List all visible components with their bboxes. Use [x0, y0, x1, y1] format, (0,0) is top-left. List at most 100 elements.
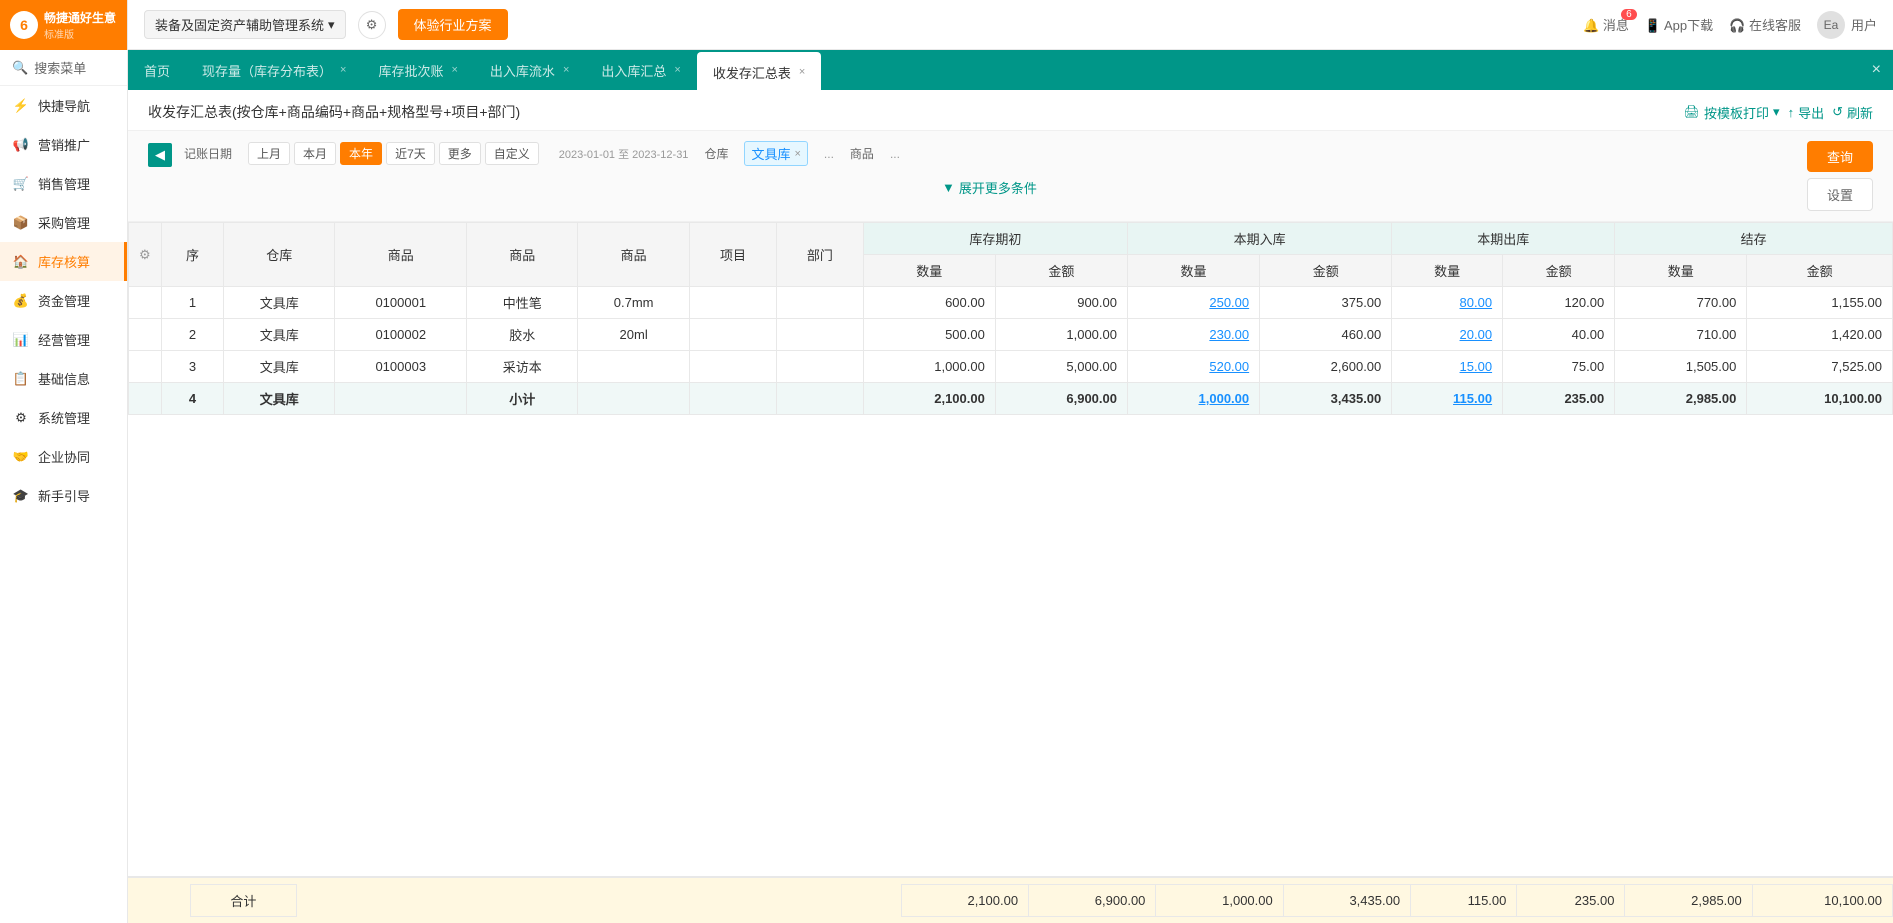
- row-outbound-qty[interactable]: 20.00: [1392, 319, 1503, 351]
- row-closing-amt: 7,525.00: [1747, 351, 1893, 383]
- content-area: 收发存汇总表(按仓库+商品编码+商品+规格型号+项目+部门) 🖨 按模板打印 ▾…: [128, 90, 1893, 923]
- row-name: 采访本: [467, 351, 578, 383]
- tab-close-recv-send-summary[interactable]: ×: [799, 66, 805, 78]
- search-menu[interactable]: 🔍 搜索菜单: [0, 50, 127, 86]
- row-index: 2: [161, 319, 224, 351]
- row-settings[interactable]: [129, 287, 162, 319]
- row-inbound-amt: 375.00: [1260, 287, 1392, 319]
- sidebar-item-label: 系统管理: [38, 408, 90, 427]
- footer-outbound-qty: 115.00: [1411, 885, 1517, 917]
- row-closing-amt: 1,420.00: [1747, 319, 1893, 351]
- row-closing-amt: 1,155.00: [1747, 287, 1893, 319]
- topbar-right: 🔔 6 消息 📱 App下载 🎧 在线客服 Ea 用户: [1583, 11, 1877, 39]
- export-icon: ↑: [1788, 105, 1795, 120]
- data-table: ⚙ 序 仓库 商品 商品 商品 项目 部门 库存期初 本期入库 本期出库 结存: [128, 222, 1893, 415]
- notifications[interactable]: 🔔 6 消息: [1583, 15, 1629, 34]
- system-selector[interactable]: 装备及固定资产辅助管理系统 ▾: [144, 10, 346, 39]
- warehouse-tag-close[interactable]: ×: [794, 148, 800, 160]
- expand-button[interactable]: ▼ 展开更多条件: [942, 174, 1037, 201]
- subtotal-code: [335, 383, 467, 415]
- date-btn-本年[interactable]: 本年: [340, 142, 382, 165]
- sidebar-item-label: 库存核算: [38, 252, 90, 271]
- tab-stock-dist[interactable]: 现存量（库存分布表）×: [186, 50, 362, 90]
- inventory-icon: 🏠: [12, 253, 30, 271]
- warehouse-tag[interactable]: 文具库 ×: [744, 141, 807, 166]
- product-more[interactable]: ...: [890, 147, 900, 161]
- quick-nav-label: 快捷导航: [38, 96, 90, 115]
- tab-close-inout-summary[interactable]: ×: [674, 64, 680, 76]
- tab-label: 出入库流水: [490, 61, 555, 80]
- row-settings[interactable]: [129, 319, 162, 351]
- operations-icon: 📊: [12, 331, 30, 349]
- trial-button[interactable]: 体验行业方案: [398, 9, 508, 40]
- messages-label: 消息: [1603, 18, 1629, 33]
- sidebar-logo: 6 畅捷通好生意 标准版: [0, 0, 127, 50]
- row-outbound-amt: 75.00: [1503, 351, 1615, 383]
- sidebar-item-quick-nav[interactable]: ⚡ 快捷导航: [0, 86, 127, 125]
- row-inbound-qty[interactable]: 520.00: [1127, 351, 1259, 383]
- filter-bar: ◀ 记账日期 上月本月本年近7天更多自定义 2023-01-01 至 2023-…: [128, 131, 1893, 222]
- date-btn-更多[interactable]: 更多: [439, 142, 481, 165]
- tab-inout-flow[interactable]: 出入库流水 ×: [474, 50, 585, 90]
- tab-batch-ledger[interactable]: 库存批次账×: [362, 50, 473, 90]
- tab-home[interactable]: 首页: [128, 50, 186, 90]
- tab-close-inout-flow[interactable]: ×: [563, 64, 569, 76]
- date-btn-本月[interactable]: 本月: [294, 142, 336, 165]
- table-row: 3 文具库 0100003 采访本 1,000.00 5,000.00 520.…: [129, 351, 1893, 383]
- sidebar-item-operations[interactable]: 📊 经营管理: [0, 320, 127, 359]
- row-inbound-qty[interactable]: 230.00: [1127, 319, 1259, 351]
- sidebar-item-label: 营销推广: [38, 135, 90, 154]
- date-btn-上月[interactable]: 上月: [248, 142, 290, 165]
- sidebar-item-inventory[interactable]: 🏠 库存核算: [0, 242, 127, 281]
- expand-icon: ▼: [942, 180, 955, 195]
- system-dropdown-icon: ▾: [328, 17, 335, 33]
- sidebar-item-system[interactable]: ⚙系统管理: [0, 398, 127, 437]
- gear-icon: ⚙: [366, 17, 378, 33]
- sidebar-item-purchase[interactable]: 📦采购管理: [0, 203, 127, 242]
- row-outbound-qty[interactable]: 15.00: [1392, 351, 1503, 383]
- date-btn-近7天[interactable]: 近7天: [386, 142, 435, 165]
- query-button[interactable]: 查询: [1807, 141, 1873, 172]
- filter-toggle[interactable]: ◀: [148, 143, 172, 167]
- app-download[interactable]: 📱 App下载: [1645, 15, 1713, 34]
- refresh-button[interactable]: ↺ 刷新: [1832, 103, 1873, 122]
- warehouse-more[interactable]: ...: [824, 147, 834, 161]
- table-row: 2 文具库 0100002 胶水 20ml 500.00 1,000.00 23…: [129, 319, 1893, 351]
- topbar: 装备及固定资产辅助管理系统 ▾ ⚙ 体验行业方案 🔔 6 消息 📱 App下载 …: [128, 0, 1893, 50]
- print-dropdown-icon: ▾: [1773, 104, 1780, 120]
- row-opening-amt: 5,000.00: [995, 351, 1127, 383]
- sidebar-item-label: 销售管理: [38, 174, 90, 193]
- sidebar-item-sales[interactable]: 🛒销售管理: [0, 164, 127, 203]
- page-actions: 🖨 按模板打印 ▾ ↑ 导出 ↺ 刷新: [1684, 103, 1874, 122]
- col-index-header: 序: [161, 223, 224, 287]
- tab-close-stock-dist[interactable]: ×: [340, 64, 346, 76]
- expand-row: ▼ 展开更多条件: [184, 174, 1795, 201]
- online-service[interactable]: 🎧 在线客服: [1729, 15, 1801, 34]
- print-button[interactable]: 🖨 按模板打印 ▾: [1684, 103, 1780, 122]
- row-settings[interactable]: [129, 351, 162, 383]
- tab-close-batch-ledger[interactable]: ×: [451, 64, 457, 76]
- row-inbound-qty[interactable]: 250.00: [1127, 287, 1259, 319]
- sidebar-item-guide[interactable]: 🎓新手引导: [0, 476, 127, 515]
- sidebar-item-finance[interactable]: 💰资金管理: [0, 281, 127, 320]
- date-btn-自定义[interactable]: 自定义: [485, 142, 539, 165]
- sidebar-item-label: 经营管理: [38, 330, 90, 349]
- sidebar-item-collab[interactable]: 🤝企业协同: [0, 437, 127, 476]
- row-name: 中性笔: [467, 287, 578, 319]
- tab-recv-send-summary[interactable]: 收发存汇总表×: [697, 52, 821, 90]
- sidebar-item-marketing[interactable]: 📢营销推广: [0, 125, 127, 164]
- row-outbound-qty[interactable]: 80.00: [1392, 287, 1503, 319]
- sidebar-item-label: 新手引导: [38, 486, 90, 505]
- col-settings[interactable]: ⚙: [129, 223, 162, 287]
- row-index: 1: [161, 287, 224, 319]
- column-settings-button[interactable]: 设置: [1807, 178, 1873, 211]
- export-button[interactable]: ↑ 导出: [1788, 103, 1825, 122]
- close-tabbar-btn[interactable]: ×: [1860, 61, 1893, 79]
- user-area[interactable]: Ea 用户: [1817, 11, 1877, 39]
- footer-inbound-amt: 3,435.00: [1283, 885, 1410, 917]
- settings-button[interactable]: ⚙: [358, 11, 386, 39]
- filter-actions: 查询 设置: [1807, 141, 1873, 211]
- row-spec: [578, 351, 690, 383]
- tab-inout-summary[interactable]: 出入库汇总×: [585, 50, 696, 90]
- sidebar-item-basic[interactable]: 📋基础信息: [0, 359, 127, 398]
